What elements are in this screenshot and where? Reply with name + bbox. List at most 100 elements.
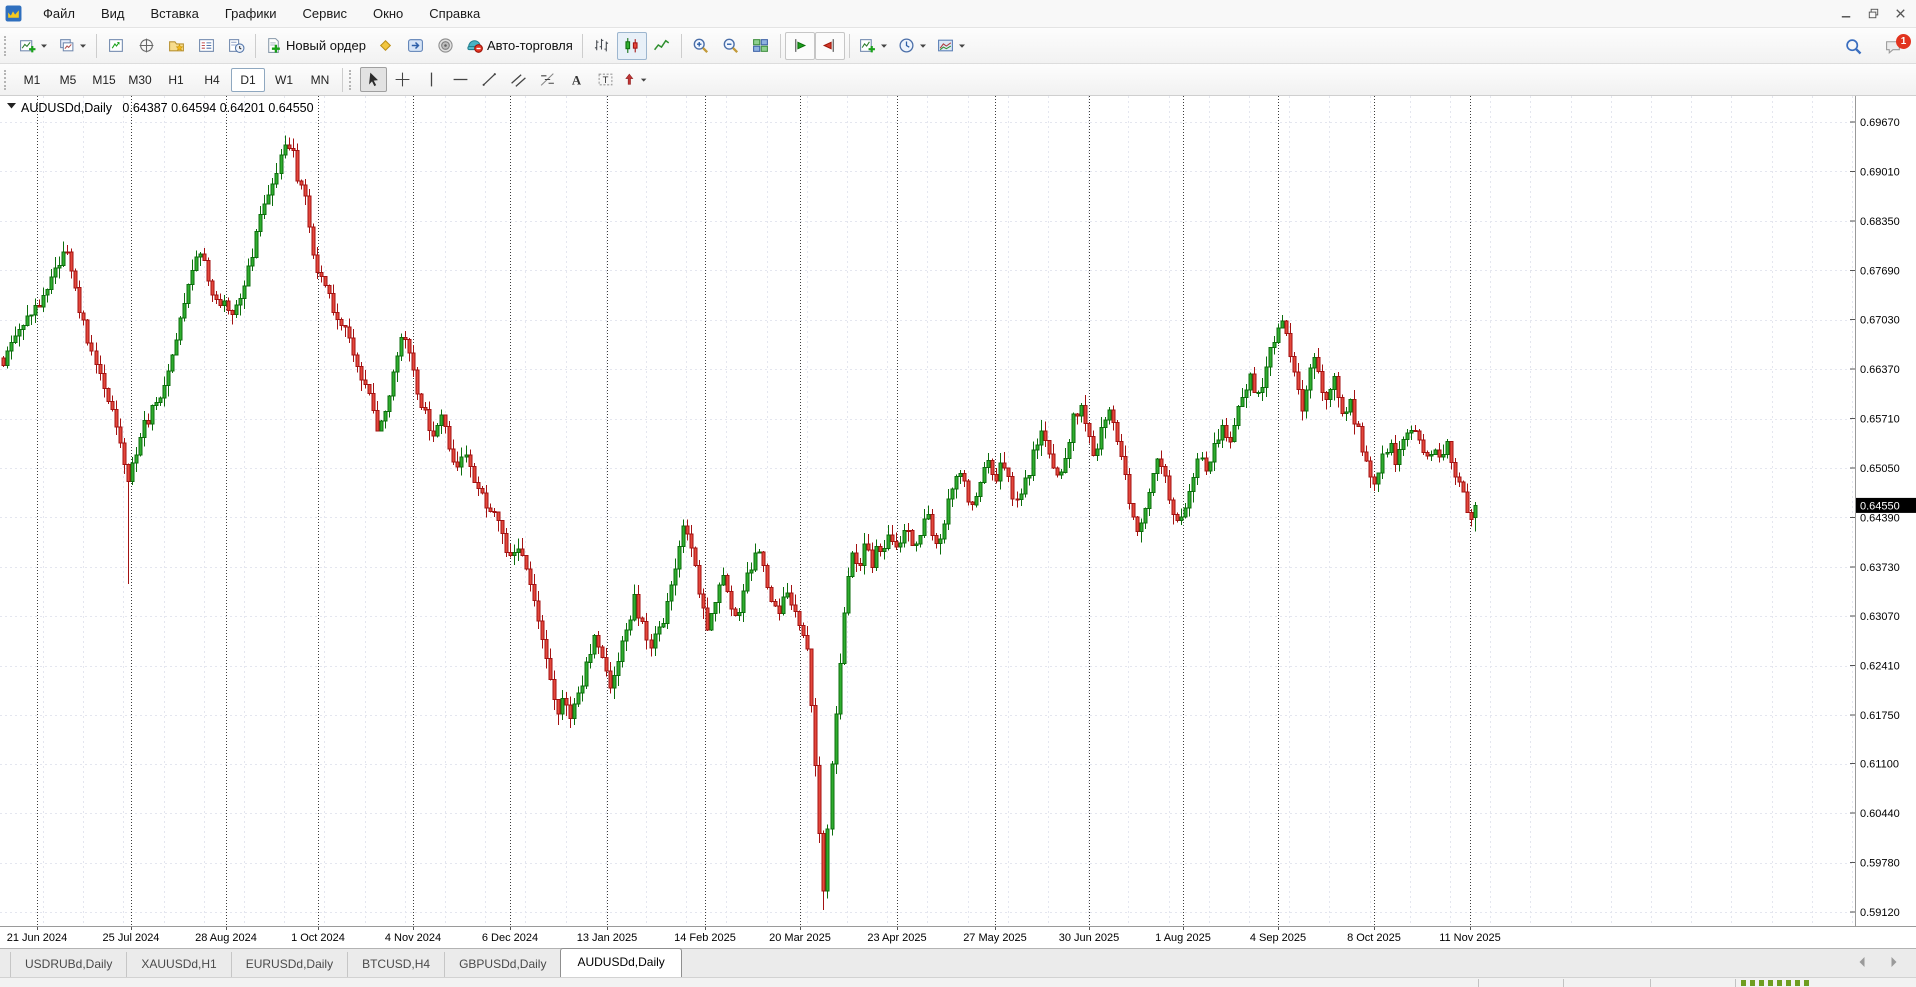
timeframe-grip[interactable] [4,69,9,90]
chart-canvas[interactable]: 0.69670 0.69010 0.68350 0.67690 0.67030 0.663… [0,96,1916,948]
price-axis-label: 0.69010 [1860,166,1900,178]
periods-button[interactable] [893,32,932,60]
statusbar-separator [1650,979,1651,987]
strategy-tester-button[interactable] [221,32,251,60]
bar-chart-icon [595,38,609,52]
menu-file[interactable]: Файл [30,0,88,27]
timeframe-m1[interactable]: M1 [15,68,49,92]
window-minimize-icon [1841,15,1851,18]
vertical-line-tool[interactable] [418,67,445,92]
chart-tab-usdrubd-daily[interactable]: USDRUBd,Daily [10,952,128,977]
notifications-button[interactable]: 1 [1878,32,1911,60]
search-button[interactable] [1838,32,1868,60]
chart-tab-btcusd-h4[interactable]: BTCUSD,H4 [348,952,446,977]
trendline-tool[interactable] [476,67,503,92]
dropdown-caret-icon [41,44,47,48]
arrows-tool[interactable] [621,67,648,92]
toolbar-separator [581,33,583,58]
menu-charts[interactable]: Графики [212,0,290,27]
indicators-button[interactable] [854,32,893,60]
price-axis-label: 0.66370 [1860,364,1900,376]
strategy-tester-icon [228,39,244,53]
templates-button[interactable] [932,32,971,60]
text-label-tool[interactable]: T [592,67,619,92]
date-axis-label: 1 Oct 2024 [291,932,345,944]
window-restore-button[interactable] [1860,2,1887,24]
candlestick-chart-icon [625,38,638,53]
window-minimize-button[interactable] [1833,2,1860,24]
price-axis-label: 0.63070 [1860,611,1900,623]
tile-windows-button[interactable] [746,32,776,60]
autotrade-button[interactable]: Авто-торговля [461,32,578,60]
chart-tabbar: USDRUBd,Daily XAUUSDd,H1 EURUSDd,Daily BTCU… [0,948,1916,977]
new-chart-button[interactable] [14,32,53,60]
data-window-button[interactable] [131,32,161,60]
new-order-icon [268,38,280,53]
menu-insert[interactable]: Вставка [138,0,212,27]
line-tools-grip[interactable] [349,69,354,90]
line-chart-button[interactable] [647,32,677,60]
dropdown-caret-icon [640,78,647,82]
date-axis-label: 6 Dec 2024 [482,932,538,944]
chart-tab-gbpusdd-daily[interactable]: GBPUSDd,Daily [445,952,562,977]
toolbar-right: 1 [1838,28,1911,64]
timeframe-h1[interactable]: H1 [159,68,193,92]
community-button[interactable] [431,32,461,60]
chart-tab-eurusdd-daily[interactable]: EURUSDd,Daily [232,952,349,977]
crosshairtool-icon [395,72,410,87]
horizontal-line-tool[interactable] [447,67,474,92]
metaeditor-button[interactable] [371,32,401,60]
timeframe-w1[interactable]: W1 [267,68,301,92]
timeframe-m30[interactable]: M30 [123,68,157,92]
menu-tools[interactable]: Сервис [290,0,361,27]
indicators-icon [859,39,875,53]
price-axis-label: 0.63730 [1860,562,1900,574]
profiles-button[interactable] [53,32,92,60]
new-order-button[interactable]: Новый ордер [260,32,371,60]
chart-shift-button[interactable] [814,31,845,60]
price-axis-label: 0.67030 [1860,315,1900,327]
statusbar-separator [1735,979,1736,987]
zoom-out-button[interactable] [716,32,746,60]
date-axis-label: 13 Jan 2025 [577,932,638,944]
notification-badge: 1 [1896,34,1911,49]
timeframe-m15[interactable]: M15 [87,68,121,92]
cursor-tool[interactable] [360,67,387,92]
timeframe-m5[interactable]: M5 [51,68,85,92]
menu-view[interactable]: Вид [88,0,138,27]
date-axis-label: 11 Nov 2025 [1439,932,1501,944]
svg-text:0.64550: 0.64550 [1860,500,1900,512]
zoom-in-icon [693,38,709,54]
tab-scroll-left-button[interactable] [1854,954,1872,972]
price-axis-label: 0.59120 [1860,907,1900,919]
price-axis-label: 0.61750 [1860,710,1900,722]
tab-scroll-right-button[interactable] [1886,954,1904,972]
window-close-button[interactable] [1887,2,1914,24]
chart-area: 0.69670 0.69010 0.68350 0.67690 0.67030 0.663… [0,96,1916,948]
chart-tab-xauusdd-h1[interactable]: XAUUSDd,H1 [127,952,232,977]
menu-window[interactable]: Окно [360,0,416,27]
timeframe-d1[interactable]: D1 [231,67,265,92]
bar-chart-button[interactable] [587,32,617,60]
timeframe-h4[interactable]: H4 [195,68,229,92]
toolbar-grip[interactable] [4,35,9,56]
fibonacci-tool[interactable] [534,67,561,92]
crosshair-tool[interactable] [389,67,416,92]
zoom-in-button[interactable] [686,32,716,60]
cursor-icon [369,72,378,87]
text-tool[interactable]: A [563,67,590,92]
menu-help[interactable]: Справка [416,0,493,27]
chart-tab-audusdd-daily[interactable]: AUDUSDd,Daily [560,948,682,977]
dropdown-caret-icon [80,44,86,48]
equidistant-channel-tool[interactable] [505,67,532,92]
toolbar-separator [96,33,97,58]
navigator-button[interactable] [161,32,191,60]
market-watch-button[interactable] [101,32,131,60]
auto-scroll-button[interactable] [784,31,815,60]
candlestick-chart-button[interactable] [616,31,647,60]
navigator-icon [168,41,184,52]
terminal-button[interactable] [191,32,221,60]
statusbar [0,977,1916,987]
mobile-apps-button[interactable] [401,32,431,60]
timeframe-mn[interactable]: MN [303,68,337,92]
